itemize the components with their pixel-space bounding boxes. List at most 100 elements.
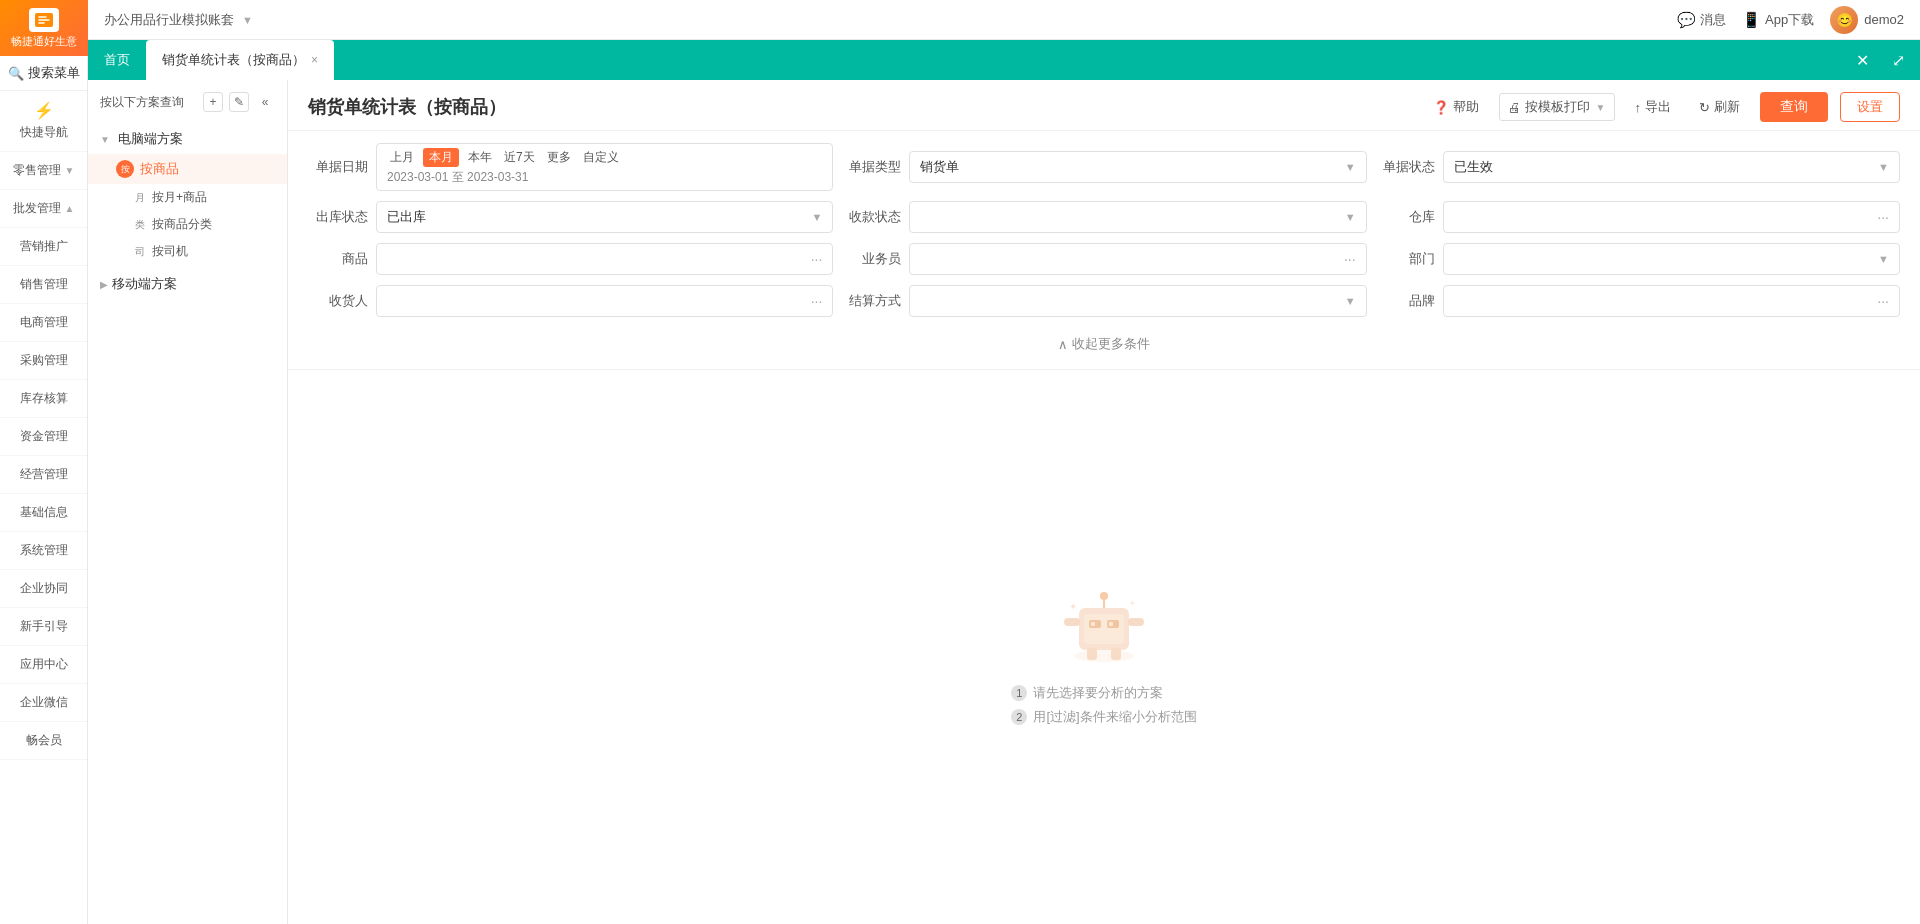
date-tab-custom[interactable]: 自定义 bbox=[580, 148, 622, 167]
warehouse-value: 已出库 bbox=[387, 208, 807, 226]
staff-dots-icon[interactable]: ··· bbox=[1344, 251, 1356, 267]
export-button[interactable]: ↑ 导出 bbox=[1627, 94, 1680, 120]
refresh-icon: ↻ bbox=[1699, 100, 1710, 115]
sidebar-item-basic[interactable]: 基础信息 bbox=[0, 494, 87, 532]
empty-state: ✦ ✦ 1 请先选择要分析的方案 2 用[过滤]条件来缩小分析范围 bbox=[288, 370, 1920, 924]
empty-illustration: ✦ ✦ bbox=[1054, 568, 1154, 668]
tree-sub-by-month-goods[interactable]: 月 按月+商品 bbox=[88, 184, 287, 211]
sidebar-item-inventory[interactable]: 库存核算 bbox=[0, 380, 87, 418]
payment-field[interactable]: ▼ bbox=[909, 201, 1366, 233]
sidebar-search[interactable]: 🔍 按以下方案查询 搜索菜单 bbox=[0, 56, 87, 91]
workspace-dropdown-icon[interactable]: ▼ bbox=[242, 14, 253, 26]
sidebar-item-app-center[interactable]: 应用中心 bbox=[0, 646, 87, 684]
tree-parent-pc[interactable]: ▼ 电脑端方案 bbox=[88, 124, 287, 154]
username-label: demo2 bbox=[1864, 12, 1904, 27]
brand-dots-icon[interactable]: ··· bbox=[1877, 293, 1889, 309]
sidebar-item-retail[interactable]: 零售管理 ▼ bbox=[0, 152, 87, 190]
settings-button[interactable]: 设置 bbox=[1840, 92, 1900, 122]
tab-bar: 首页 销货单统计表（按商品） × ✕ ⤢ bbox=[88, 40, 1920, 80]
date-range-value: 2023-03-01 至 2023-03-31 bbox=[387, 169, 822, 186]
sidebar-item-vip[interactable]: 畅会员 bbox=[0, 722, 87, 760]
user-info[interactable]: 😊 demo2 bbox=[1830, 6, 1904, 34]
tree-sub-by-category[interactable]: 类 按商品分类 bbox=[88, 211, 287, 238]
warehouse-field[interactable]: 已出库 ▼ bbox=[376, 201, 833, 233]
sidebar-item-marketing[interactable]: 营销推广 bbox=[0, 228, 87, 266]
tab-close-icon[interactable]: × bbox=[311, 53, 318, 67]
tree-sub-by-driver[interactable]: 司 按司机 bbox=[88, 238, 287, 265]
tab-home[interactable]: 首页 bbox=[88, 40, 146, 80]
goods-dots-icon[interactable]: ··· bbox=[811, 251, 823, 267]
filter-item-goods: 商品 ··· bbox=[308, 243, 833, 275]
sidebar-item-sales[interactable]: 销售管理 bbox=[0, 266, 87, 304]
tab-sales-stats[interactable]: 销货单统计表（按商品） × bbox=[146, 40, 334, 80]
logo-icon bbox=[29, 8, 59, 32]
staff-label: 业务员 bbox=[841, 250, 901, 268]
edit-scheme-button[interactable]: ✎ bbox=[229, 92, 249, 112]
filter-area: 单据日期 上月 本月 本年 近7天 更多 自定义 2023-03-01 至 20… bbox=[288, 131, 1920, 370]
window-close-button[interactable]: ✕ bbox=[1848, 46, 1876, 74]
top-header: 办公用品行业模拟账套 ▼ 💬 消息 📱 App下载 😊 demo2 bbox=[88, 0, 1920, 40]
date-field[interactable]: 上月 本月 本年 近7天 更多 自定义 2023-03-01 至 2023-03… bbox=[376, 143, 833, 191]
sidebar-logo[interactable]: 畅捷通好生意 bbox=[0, 0, 88, 56]
add-scheme-button[interactable]: + bbox=[203, 92, 223, 112]
brand-field[interactable]: ··· bbox=[1443, 285, 1900, 317]
goods-label: 商品 bbox=[308, 250, 368, 268]
message-icon: 💬 bbox=[1677, 11, 1696, 29]
sidebar-item-system[interactable]: 系统管理 bbox=[0, 532, 87, 570]
sidebar-item-new-guide[interactable]: 新手引导 bbox=[0, 608, 87, 646]
query-button[interactable]: 查询 bbox=[1760, 92, 1828, 122]
goods-field[interactable]: ··· bbox=[376, 243, 833, 275]
help-icon: ❓ bbox=[1433, 100, 1449, 115]
sidebar-item-company[interactable]: 企业协同 bbox=[0, 570, 87, 608]
window-maximize-button[interactable]: ⤢ bbox=[1884, 46, 1912, 74]
sidebar-item-enterprise-wechat[interactable]: 企业微信 bbox=[0, 684, 87, 722]
svg-rect-13 bbox=[1111, 648, 1121, 660]
collapse-panel-button[interactable]: « bbox=[255, 92, 275, 112]
avatar: 😊 bbox=[1830, 6, 1858, 34]
sidebar-item-ecommerce[interactable]: 电商管理 bbox=[0, 304, 87, 342]
sidebar-item-wholesale[interactable]: 批发管理 ▲ bbox=[0, 190, 87, 228]
right-panel: 销货单统计表（按商品） ❓ 帮助 🖨 按模板打印 ▼ ↑ 导出 bbox=[288, 80, 1920, 924]
sidebar-item-quick-nav[interactable]: ⚡ 快捷导航 bbox=[0, 91, 87, 152]
phone-icon: 📱 bbox=[1742, 11, 1761, 29]
receiver-field[interactable]: ··· bbox=[376, 285, 833, 317]
left-panel-header: 按以下方案查询 + ✎ « bbox=[88, 92, 287, 120]
depot-dots-icon[interactable]: ··· bbox=[1877, 209, 1889, 225]
tip-text-1: 请先选择要分析的方案 bbox=[1033, 684, 1163, 702]
date-tab-this-month[interactable]: 本月 bbox=[423, 148, 459, 167]
warehouse-dropdown-icon: ▼ bbox=[811, 211, 822, 223]
page-header: 销货单统计表（按商品） ❓ 帮助 🖨 按模板打印 ▼ ↑ 导出 bbox=[288, 80, 1920, 131]
status-field[interactable]: 已生效 ▼ bbox=[1443, 151, 1900, 183]
date-tab-this-year[interactable]: 本年 bbox=[465, 148, 495, 167]
date-tab-more[interactable]: 更多 bbox=[544, 148, 574, 167]
settle-field[interactable]: ▼ bbox=[909, 285, 1366, 317]
settle-dropdown-icon: ▼ bbox=[1345, 295, 1356, 307]
main-area: 办公用品行业模拟账套 ▼ 💬 消息 📱 App下载 😊 demo2 首页 bbox=[88, 0, 1920, 924]
brand-label: 品牌 bbox=[1375, 292, 1435, 310]
staff-field[interactable]: ··· bbox=[909, 243, 1366, 275]
app-download-button[interactable]: 📱 App下载 bbox=[1742, 11, 1814, 29]
filter-item-warehouse-status: 出库状态 已出库 ▼ bbox=[308, 201, 833, 233]
date-tab-last-month[interactable]: 上月 bbox=[387, 148, 417, 167]
svg-rect-11 bbox=[1128, 618, 1144, 626]
collapse-more-button[interactable]: ∧ ∧ 收起更多条件 收起更多条件 bbox=[308, 327, 1900, 357]
date-tab-7days[interactable]: 近7天 bbox=[501, 148, 538, 167]
sidebar-item-operations[interactable]: 经营管理 bbox=[0, 456, 87, 494]
sidebar-item-purchase[interactable]: 采购管理 bbox=[0, 342, 87, 380]
tree-section-mobile[interactable]: ▶ 移动端方案 bbox=[88, 269, 287, 299]
type-field[interactable]: 销货单 ▼ bbox=[909, 151, 1366, 183]
receiver-dots-icon[interactable]: ··· bbox=[811, 293, 823, 309]
dept-field[interactable]: ▼ bbox=[1443, 243, 1900, 275]
scheme-icon-goods: 按 bbox=[116, 160, 134, 178]
workspace-label[interactable]: 办公用品行业模拟账套 bbox=[104, 11, 234, 29]
page-title: 销货单统计表（按商品） bbox=[308, 95, 506, 119]
sidebar-item-finance[interactable]: 资金管理 bbox=[0, 418, 87, 456]
depot-label: 仓库 bbox=[1375, 208, 1435, 226]
chevron-icon: ▼ bbox=[65, 165, 75, 176]
help-button[interactable]: ❓ 帮助 bbox=[1425, 94, 1487, 120]
depot-field[interactable]: ··· bbox=[1443, 201, 1900, 233]
print-button[interactable]: 🖨 按模板打印 ▼ bbox=[1499, 93, 1615, 121]
refresh-button[interactable]: ↻ 刷新 bbox=[1691, 94, 1748, 120]
tree-child-by-goods[interactable]: 按 按商品 bbox=[88, 154, 287, 184]
messages-button[interactable]: 💬 消息 bbox=[1677, 11, 1726, 29]
